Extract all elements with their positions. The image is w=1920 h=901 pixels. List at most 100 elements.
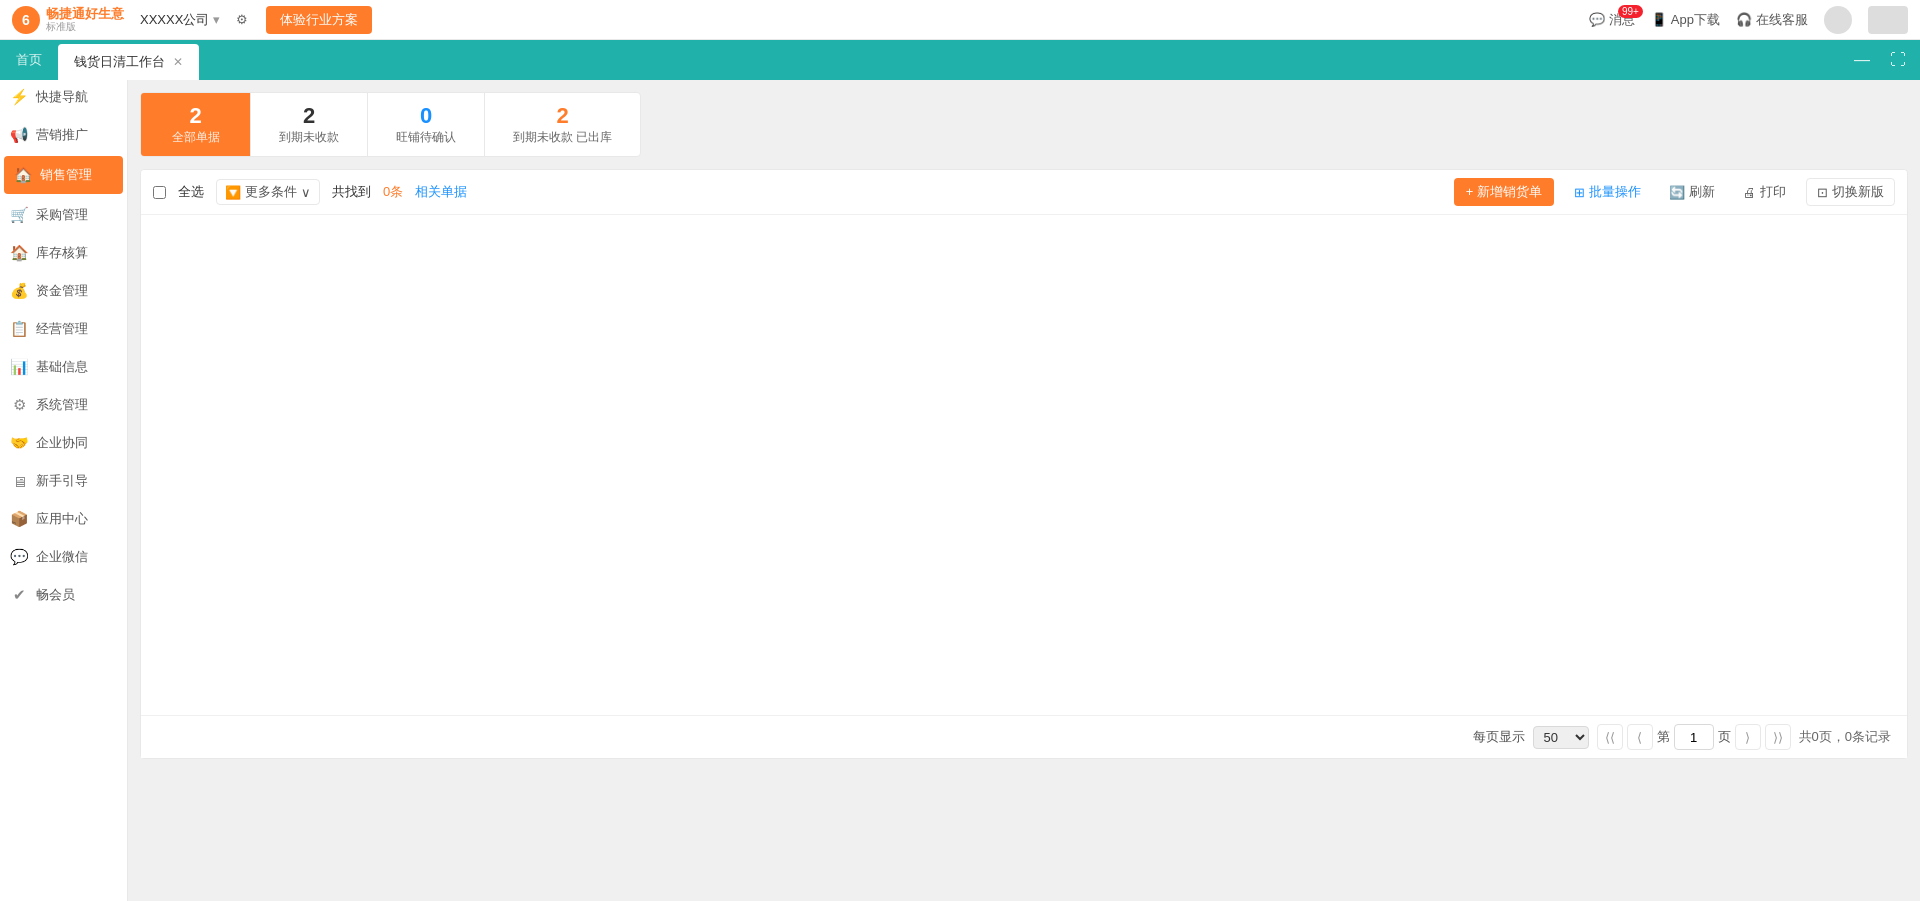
summary-count-all: 2 — [169, 103, 222, 129]
operations-icon: 📋 — [10, 320, 28, 338]
select-all-label: 全选 — [178, 183, 204, 201]
logo-icon: 6 — [12, 6, 40, 34]
sidebar-item-basic-info[interactable]: 📊 基础信息 — [0, 348, 127, 386]
settings-icon[interactable]: ⚙ — [228, 6, 256, 34]
user-panel[interactable] — [1868, 6, 1908, 34]
summary-label-overdue: 到期未收款 — [279, 130, 339, 144]
switch-icon: ⊡ — [1817, 185, 1828, 200]
found-suffix: 相关单据 — [415, 183, 467, 201]
sidebar-label-marketing: 营销推广 — [36, 126, 88, 144]
sidebar-label-sales: 销售管理 — [40, 166, 92, 184]
app-download-icon: 📱 — [1651, 12, 1667, 27]
summary-tabs: 2 全部单据 2 到期未收款 0 旺铺待确认 2 到期未收款 已出库 — [140, 92, 641, 157]
app-download-label: App下载 — [1671, 11, 1720, 29]
summary-tab-pending[interactable]: 0 旺铺待确认 — [368, 93, 485, 156]
tab-home[interactable]: 首页 — [0, 40, 58, 80]
sidebar-label-vip: 畅会员 — [36, 586, 75, 604]
summary-count-shipped: 2 — [513, 103, 612, 129]
refresh-icon: 🔄 — [1669, 185, 1685, 200]
page-label: 第 — [1657, 728, 1670, 746]
sidebar-item-inventory[interactable]: 🏠 库存核算 — [0, 234, 127, 272]
filter-right-actions: + 新增销货单 ⊞ 批量操作 🔄 刷新 🖨 打印 ⊡ 切换新版 — [1454, 178, 1895, 206]
sidebar-item-purchase[interactable]: 🛒 采购管理 — [0, 196, 127, 234]
marketing-icon: 📢 — [10, 126, 28, 144]
filter-icon: 🔽 — [225, 185, 241, 200]
prev-page-btn[interactable]: ⟨ — [1627, 724, 1653, 750]
sidebar-item-app-center[interactable]: 📦 应用中心 — [0, 500, 127, 538]
summary-tab-shipped[interactable]: 2 到期未收款 已出库 — [485, 93, 640, 156]
company-selector[interactable]: XXXXX公司 ▾ — [140, 11, 220, 29]
company-dropdown-arrow: ▾ — [213, 12, 220, 27]
more-conditions-btn[interactable]: 🔽 更多条件 ∨ — [216, 179, 320, 205]
logo-text: 畅捷通好生意 标准版 — [46, 6, 124, 34]
tab-home-label: 首页 — [16, 51, 42, 69]
sidebar-label-newbie: 新手引导 — [36, 472, 88, 490]
logo-sub: 标准版 — [46, 21, 124, 33]
newbie-icon: 🖥 — [10, 472, 28, 490]
table-area — [141, 215, 1907, 715]
page-input[interactable]: 1 — [1674, 724, 1714, 750]
tab-close-icon[interactable]: ✕ — [173, 55, 183, 69]
sidebar-label-system: 系统管理 — [36, 396, 88, 414]
chevron-down-icon: ∨ — [301, 185, 311, 200]
sidebar-item-sales[interactable]: 🏠 销售管理 — [4, 156, 123, 194]
tabs-minimize-btn[interactable]: — — [1848, 46, 1876, 74]
print-btn[interactable]: 🖨 打印 — [1735, 179, 1794, 205]
sidebar-item-newbie[interactable]: 🖥 新手引导 — [0, 462, 127, 500]
logo-name: 畅捷通好生意 — [46, 6, 124, 22]
header-right: 💬 消息 99+ 📱 App下载 🎧 在线客服 — [1589, 6, 1908, 34]
table-container: 全选 🔽 更多条件 ∨ 共找到 0条 相关单据 + 新增销货单 ⊞ 批量操作 🔄… — [140, 169, 1908, 759]
sidebar-item-operations[interactable]: 📋 经营管理 — [0, 310, 127, 348]
switch-label: 切换新版 — [1832, 183, 1884, 201]
tab-workbench[interactable]: 钱货日清工作台 ✕ — [58, 44, 199, 80]
system-icon: ⚙ — [10, 396, 28, 414]
sidebar-label-operations: 经营管理 — [36, 320, 88, 338]
sidebar-item-wechat[interactable]: 💬 企业微信 — [0, 538, 127, 576]
summary-label-all: 全部单据 — [172, 130, 220, 144]
found-count: 0条 — [383, 183, 403, 201]
filter-bar: 全选 🔽 更多条件 ∨ 共找到 0条 相关单据 + 新增销货单 ⊞ 批量操作 🔄… — [141, 170, 1907, 215]
online-service-icon: 🎧 — [1736, 12, 1752, 27]
first-page-btn[interactable]: ⟨⟨ — [1597, 724, 1623, 750]
app-download-action[interactable]: 📱 App下载 — [1651, 11, 1720, 29]
switch-version-btn[interactable]: ⊡ 切换新版 — [1806, 178, 1895, 206]
sidebar-item-vip[interactable]: ✔ 畅会员 — [0, 576, 127, 614]
batch-ops-icon: ⊞ — [1574, 185, 1585, 200]
sidebar-item-system[interactable]: ⚙ 系统管理 — [0, 386, 127, 424]
online-service-action[interactable]: 🎧 在线客服 — [1736, 11, 1808, 29]
purchase-icon: 🛒 — [10, 206, 28, 224]
sidebar-item-quick-nav[interactable]: ⚡ 快捷导航 — [0, 78, 127, 116]
sidebar: 🔍 搜索菜单 ⚡ 快捷导航 📢 营销推广 🏠 销售管理 🛒 采购管理 🏠 库存核… — [0, 40, 128, 901]
refresh-btn[interactable]: 🔄 刷新 — [1661, 179, 1723, 205]
summary-tab-all[interactable]: 2 全部单据 — [141, 93, 251, 156]
next-page-btn[interactable]: ⟩ — [1735, 724, 1761, 750]
print-label: 打印 — [1760, 183, 1786, 201]
finance-icon: 💰 — [10, 282, 28, 300]
last-page-btn[interactable]: ⟩⟩ — [1765, 724, 1791, 750]
company-name: XXXXX公司 — [140, 11, 209, 29]
tab-workbench-label: 钱货日清工作台 — [74, 53, 165, 71]
wechat-icon: 💬 — [10, 548, 28, 566]
sidebar-label-wechat: 企业微信 — [36, 548, 88, 566]
per-page-label: 每页显示 — [1473, 728, 1525, 746]
basic-info-icon: 📊 — [10, 358, 28, 376]
main-content: 2 全部单据 2 到期未收款 0 旺铺待确认 2 到期未收款 已出库 全选 🔽 … — [128, 80, 1920, 901]
select-all-checkbox[interactable] — [153, 186, 166, 199]
batch-ops-label: 批量操作 — [1589, 183, 1641, 201]
sidebar-item-enterprise[interactable]: 🤝 企业协同 — [0, 424, 127, 462]
enterprise-icon: 🤝 — [10, 434, 28, 452]
sidebar-item-marketing[interactable]: 📢 营销推广 — [0, 116, 127, 154]
message-icon: 💬 — [1589, 12, 1605, 27]
pagination: 每页显示 50 100 200 ⟨⟨ ⟨ 第 1 页 ⟩ ⟩⟩ 共0页，0条记录 — [141, 715, 1907, 758]
trial-button[interactable]: 体验行业方案 — [266, 6, 372, 34]
per-page-select[interactable]: 50 100 200 — [1533, 726, 1589, 749]
avatar[interactable] — [1824, 6, 1852, 34]
quick-nav-icon: ⚡ — [10, 88, 28, 106]
tabs-maximize-btn[interactable]: ⛶ — [1884, 46, 1912, 74]
summary-tab-overdue[interactable]: 2 到期未收款 — [251, 93, 368, 156]
message-action[interactable]: 💬 消息 99+ — [1589, 11, 1635, 29]
sidebar-item-finance[interactable]: 💰 资金管理 — [0, 272, 127, 310]
new-sales-order-btn[interactable]: + 新增销货单 — [1454, 178, 1554, 206]
summary-label-pending: 旺铺待确认 — [396, 130, 456, 144]
batch-ops-btn[interactable]: ⊞ 批量操作 — [1566, 179, 1649, 205]
